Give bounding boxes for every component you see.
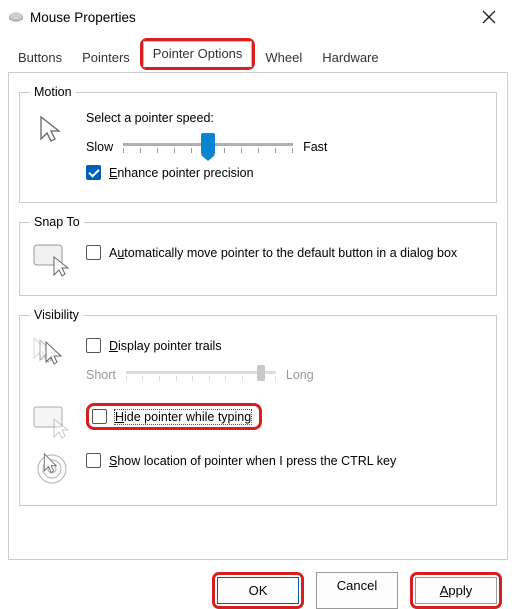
hide-pointer-icon — [30, 403, 74, 439]
hide-while-typing-checkbox[interactable]: Hide pointer while typing — [92, 409, 251, 424]
mouse-device-icon — [8, 11, 24, 23]
checkbox-unchecked-icon — [92, 409, 107, 424]
enhance-precision-label: Enhance pointer precision — [109, 166, 254, 180]
highlight-annotation: Pointer Options — [140, 38, 256, 70]
pointer-speed-label: Select a pointer speed: — [86, 111, 486, 125]
cursor-arrow-icon — [30, 111, 74, 147]
long-label: Long — [286, 368, 314, 382]
checkbox-unchecked-icon — [86, 338, 101, 353]
close-icon — [482, 10, 496, 24]
tab-pointers[interactable]: Pointers — [72, 45, 140, 70]
trail-length-slider: Short Long — [86, 363, 486, 387]
fast-label: Fast — [303, 140, 327, 154]
pointer-trails-checkbox[interactable]: Display pointer trails — [86, 338, 486, 353]
close-button[interactable] — [482, 10, 506, 24]
tab-strip: Buttons Pointers Pointer Options Wheel H… — [0, 34, 516, 70]
title-bar: Mouse Properties — [0, 0, 516, 34]
short-label: Short — [86, 368, 116, 382]
hide-while-typing-label: Hide pointer while typing — [115, 410, 251, 424]
snapto-label: Automatically move pointer to the defaul… — [109, 245, 457, 262]
window-title: Mouse Properties — [30, 10, 482, 25]
snapto-group: Snap To Automatically move pointer to th… — [19, 215, 497, 296]
dialog-button-row: OK Cancel Apply — [0, 560, 516, 609]
snapto-icon — [30, 241, 74, 277]
visibility-group: Visibility Display pointer trails Short — [19, 308, 497, 506]
tab-panel: Motion Select a pointer speed: Slow — [8, 72, 508, 560]
highlight-annotation: Apply — [410, 572, 502, 609]
snapto-checkbox[interactable]: Automatically move pointer to the defaul… — [86, 245, 486, 262]
visibility-legend: Visibility — [30, 308, 83, 322]
pointer-trails-label: Display pointer trails — [109, 339, 222, 353]
motion-legend: Motion — [30, 85, 76, 99]
checkbox-checked-icon — [86, 165, 101, 180]
slow-label: Slow — [86, 140, 113, 154]
tab-hardware[interactable]: Hardware — [312, 45, 388, 70]
tab-buttons[interactable]: Buttons — [8, 45, 72, 70]
pointer-trails-icon — [30, 334, 74, 370]
highlight-annotation: OK — [212, 572, 304, 609]
speed-slider-thumb[interactable] — [201, 133, 215, 155]
highlight-annotation: Hide pointer while typing — [86, 403, 262, 430]
enhance-precision-checkbox[interactable]: Enhance pointer precision — [86, 165, 486, 180]
pointer-speed-slider[interactable]: Slow Fast — [86, 135, 486, 159]
cancel-button[interactable]: Cancel — [316, 572, 398, 609]
show-ctrl-location-label: Show location of pointer when I press th… — [109, 454, 396, 468]
tab-wheel[interactable]: Wheel — [255, 45, 312, 70]
snapto-legend: Snap To — [30, 215, 84, 229]
ctrl-locate-icon — [30, 449, 74, 487]
tab-pointer-options[interactable]: Pointer Options — [143, 41, 253, 67]
motion-group: Motion Select a pointer speed: Slow — [19, 85, 497, 203]
checkbox-unchecked-icon — [86, 453, 101, 468]
show-ctrl-location-checkbox[interactable]: Show location of pointer when I press th… — [86, 453, 486, 468]
trail-slider-thumb — [257, 365, 265, 381]
checkbox-unchecked-icon — [86, 245, 101, 260]
